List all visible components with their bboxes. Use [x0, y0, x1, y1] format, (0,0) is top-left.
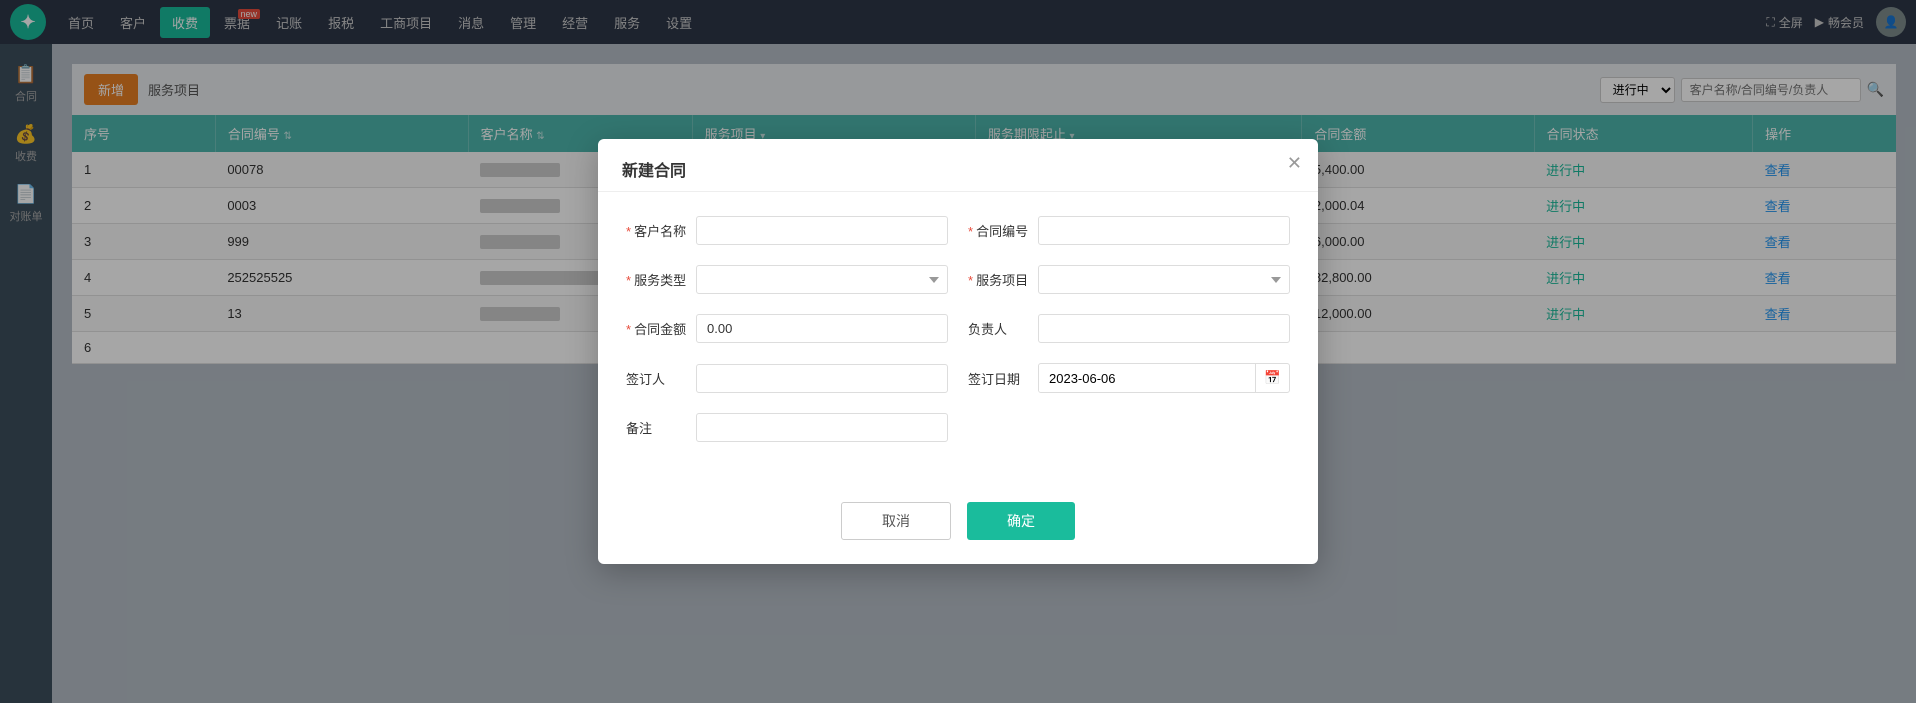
remark-input[interactable]	[696, 413, 948, 442]
signer-label: 签订人	[626, 369, 696, 388]
form-group-remark: 备注	[626, 413, 948, 442]
modal-close-button[interactable]: ✕	[1287, 153, 1302, 174]
customer-name-input[interactable]	[696, 216, 948, 245]
contract-no-label: 合同编号	[968, 221, 1038, 240]
responsible-input[interactable]	[1038, 314, 1290, 343]
modal-body: 客户名称 合同编号 服务类型 服务项目	[598, 192, 1318, 486]
form-row-3: 合同金额 负责人	[626, 314, 1290, 343]
form-group-customer: 客户名称	[626, 216, 948, 245]
customer-name-label: 客户名称	[626, 221, 696, 240]
form-row-1: 客户名称 合同编号	[626, 216, 1290, 245]
service-item-label: 服务项目	[968, 270, 1038, 289]
form-group-sign-date: 签订日期 📅	[968, 363, 1290, 393]
responsible-label: 负责人	[968, 319, 1038, 338]
sign-date-input[interactable]	[1039, 365, 1255, 392]
signer-input[interactable]	[696, 364, 948, 393]
sign-date-group: 📅	[1038, 363, 1290, 393]
form-row-2: 服务类型 服务项目	[626, 265, 1290, 294]
sign-date-label: 签订日期	[968, 369, 1038, 388]
amount-input[interactable]	[696, 314, 948, 343]
form-row-4: 签订人 签订日期 📅	[626, 363, 1290, 393]
modal-header: 新建合同 ✕	[598, 139, 1318, 192]
modal-footer: 取消 确定	[598, 486, 1318, 564]
form-group-responsible: 负责人	[968, 314, 1290, 343]
form-group-amount: 合同金额	[626, 314, 948, 343]
form-row-5: 备注	[626, 413, 1290, 442]
amount-label: 合同金额	[626, 319, 696, 338]
new-contract-modal: 新建合同 ✕ 客户名称 合同编号 服务类型	[598, 139, 1318, 564]
remark-label: 备注	[626, 418, 696, 437]
form-group-signer: 签订人	[626, 363, 948, 393]
cancel-button[interactable]: 取消	[841, 502, 951, 540]
service-type-label: 服务类型	[626, 270, 696, 289]
contract-no-input[interactable]	[1038, 216, 1290, 245]
modal-overlay: 新建合同 ✕ 客户名称 合同编号 服务类型	[0, 0, 1916, 703]
form-group-service-type: 服务类型	[626, 265, 948, 294]
confirm-button[interactable]: 确定	[967, 502, 1075, 540]
form-group-contract-no: 合同编号	[968, 216, 1290, 245]
service-item-select[interactable]	[1038, 265, 1290, 294]
calendar-button[interactable]: 📅	[1255, 364, 1289, 392]
modal-title: 新建合同	[622, 157, 686, 181]
service-type-select[interactable]	[696, 265, 948, 294]
form-group-service-item: 服务项目	[968, 265, 1290, 294]
